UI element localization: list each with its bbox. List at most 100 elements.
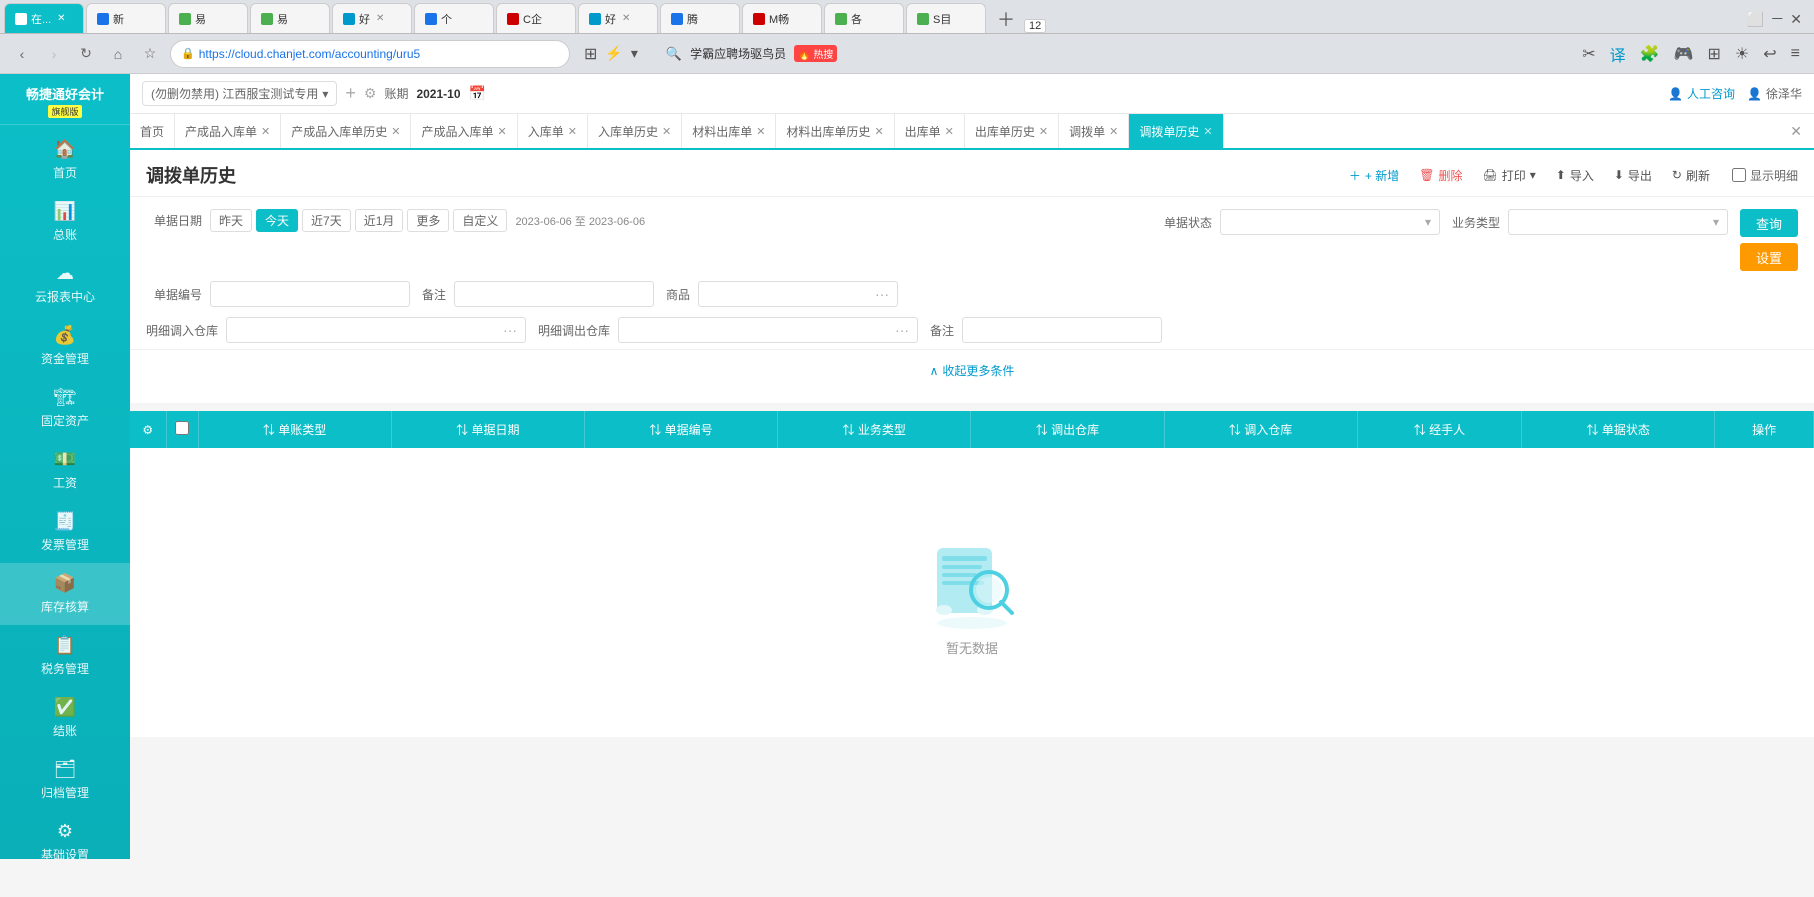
export-button[interactable]: ⬇ 导出: [1608, 163, 1658, 188]
restore-icon[interactable]: ⬜: [1747, 11, 1764, 28]
calendar-icon[interactable]: 📅: [469, 85, 486, 102]
th-checkbox[interactable]: [166, 411, 198, 448]
status-select[interactable]: ▾: [1220, 209, 1440, 235]
tab-close-btn[interactable]: ✕: [945, 125, 954, 138]
lightning-icon[interactable]: ⚡: [605, 45, 622, 62]
yesterday-btn[interactable]: 昨天: [210, 209, 252, 232]
tab-close-btn[interactable]: ✕: [1203, 125, 1212, 138]
grid-icon[interactable]: ⊞: [1704, 42, 1725, 66]
more-btn[interactable]: 更多: [407, 209, 449, 232]
collapse-filter-btn[interactable]: ∧ 收起更多条件: [930, 356, 1015, 385]
sidebar-item-payroll[interactable]: 💵 工资: [0, 439, 130, 501]
print-button[interactable]: 🖨 打印 ▾: [1476, 163, 1541, 188]
delete-button[interactable]: 🗑 删除: [1413, 163, 1468, 188]
print-dropdown-icon[interactable]: ▾: [1530, 168, 1536, 182]
tab-close-btn[interactable]: ✕: [662, 125, 671, 138]
tab-close-icon[interactable]: ✕: [622, 13, 630, 24]
detail-in-ellipsis-btn[interactable]: ···: [503, 322, 517, 338]
th-doc-type[interactable]: ⇅ 单账类型: [198, 411, 391, 448]
tab-product-in2[interactable]: 产成品入库单 ✕: [411, 114, 517, 148]
minimize-icon[interactable]: －: [1770, 9, 1784, 29]
add-company-btn[interactable]: +: [345, 83, 356, 104]
th-doc-date[interactable]: ⇅ 单据日期: [391, 411, 584, 448]
company-selector[interactable]: (勿删勿禁用) 江西服宝测试专用 ▾: [142, 81, 337, 106]
biz-type-select[interactable]: ▾: [1508, 209, 1728, 235]
display-toggle[interactable]: 显示明细: [1732, 167, 1798, 184]
sidebar-item-home[interactable]: 🏠 首页: [0, 129, 130, 191]
tab-out-history[interactable]: 出库单历史 ✕: [965, 114, 1059, 148]
dropdown-icon[interactable]: ▾: [631, 45, 638, 62]
browser-tab[interactable]: 各: [824, 3, 904, 33]
th-in-warehouse[interactable]: ⇅ 调入仓库: [1164, 411, 1357, 448]
tab-close-btn[interactable]: ✕: [1039, 125, 1048, 138]
close-icon[interactable]: ✕: [1790, 11, 1802, 28]
custom-btn[interactable]: 自定义: [453, 209, 507, 232]
sidebar-item-archive[interactable]: 🗂 归档管理: [0, 749, 130, 811]
menu-icon[interactable]: ≡: [1787, 43, 1804, 65]
display-checkbox[interactable]: [1732, 168, 1746, 182]
setup-button[interactable]: 设置: [1740, 243, 1798, 271]
browser-tab[interactable]: 腾: [660, 3, 740, 33]
consultant-button[interactable]: 👤 人工咨询: [1668, 85, 1735, 102]
extension2-icon[interactable]: 🧩: [1636, 42, 1664, 66]
sidebar-item-assets[interactable]: 🏗 固定资产: [0, 377, 130, 439]
tab-out[interactable]: 出库单 ✕: [895, 114, 965, 148]
sidebar-item-tax[interactable]: 📋 税务管理: [0, 625, 130, 687]
address-box[interactable]: 🔒 https://cloud.chanjet.com/accounting/u…: [170, 40, 570, 68]
browser-tab[interactable]: 好 ✕: [332, 3, 412, 33]
home-button[interactable]: ⌂: [106, 42, 130, 66]
new-tab-button[interactable]: ＋: [992, 5, 1020, 33]
tab-home[interactable]: 首页: [130, 114, 175, 148]
tab-stock-in-history[interactable]: 入库单历史 ✕: [588, 114, 682, 148]
sidebar-item-fund[interactable]: 💰 资金管理: [0, 315, 130, 377]
sidebar-item-reports[interactable]: ☁ 云报表中心: [0, 253, 130, 315]
browser-tab[interactable]: 易: [250, 3, 330, 33]
browser-tab[interactable]: 易: [168, 3, 248, 33]
import-button[interactable]: ⬆ 导入: [1550, 163, 1600, 188]
user-info[interactable]: 👤 徐泽华: [1747, 85, 1802, 102]
browser-tab[interactable]: M畅: [742, 3, 822, 33]
game-icon[interactable]: 🎮: [1670, 42, 1698, 66]
tab-transfer[interactable]: 调拨单 ✕: [1059, 114, 1129, 148]
query-button[interactable]: 查询: [1740, 209, 1798, 237]
tab-material-out[interactable]: 材料出库单 ✕: [682, 114, 776, 148]
browser-tab[interactable]: 在... ✕: [4, 3, 84, 33]
th-doc-status[interactable]: ⇅ 单据状态: [1522, 411, 1715, 448]
new-button[interactable]: ＋ + 新增: [1343, 163, 1405, 188]
scissors-icon[interactable]: ✂: [1578, 42, 1599, 66]
th-gear[interactable]: ⚙: [130, 411, 166, 448]
tab-close-btn[interactable]: ✕: [756, 125, 765, 138]
refresh-button[interactable]: ↻: [74, 42, 98, 66]
tab-close-btn[interactable]: ✕: [1109, 125, 1118, 138]
tab-material-out-history[interactable]: 材料出库单历史 ✕: [776, 114, 894, 148]
company-settings-icon[interactable]: ⚙: [364, 85, 377, 102]
back-button[interactable]: ‹: [10, 42, 34, 66]
tab-close-btn[interactable]: ✕: [391, 125, 400, 138]
sidebar-item-ledger[interactable]: 📊 总账: [0, 191, 130, 253]
browser-tab[interactable]: S目: [906, 3, 986, 33]
tab-close-icon[interactable]: ✕: [376, 13, 384, 24]
tab-count-badge[interactable]: 12: [1024, 19, 1046, 33]
sidebar-item-close-account[interactable]: ✅ 结账: [0, 687, 130, 749]
tab-close-icon[interactable]: ✕: [57, 13, 65, 24]
browser-tab[interactable]: C企: [496, 3, 576, 33]
tab-transfer-history[interactable]: 调拨单历史 ✕: [1129, 114, 1223, 148]
tab-close-btn[interactable]: ✕: [261, 125, 270, 138]
tab-product-in-history[interactable]: 产成品入库单历史 ✕: [281, 114, 411, 148]
tab-close-btn[interactable]: ✕: [568, 125, 577, 138]
doc-no-input[interactable]: [210, 281, 410, 307]
month-btn[interactable]: 近1月: [355, 209, 404, 232]
remark-input[interactable]: [454, 281, 654, 307]
sidebar-item-invoice[interactable]: 🧾 发票管理: [0, 501, 130, 563]
browser-tab[interactable]: 好 ✕: [578, 3, 658, 33]
bookmark-button[interactable]: ☆: [138, 42, 162, 66]
tab-close-btn[interactable]: ✕: [498, 125, 507, 138]
goods-ellipsis-btn[interactable]: ···: [875, 286, 889, 302]
today-btn[interactable]: 今天: [256, 209, 298, 232]
tab-stock-in[interactable]: 入库单 ✕: [518, 114, 588, 148]
select-all-checkbox[interactable]: [175, 421, 189, 435]
detail-out-ellipsis-btn[interactable]: ···: [895, 322, 909, 338]
th-out-warehouse[interactable]: ⇅ 调出仓库: [971, 411, 1164, 448]
translate-icon[interactable]: 译: [1606, 40, 1630, 68]
browser-tab[interactable]: 个: [414, 3, 494, 33]
